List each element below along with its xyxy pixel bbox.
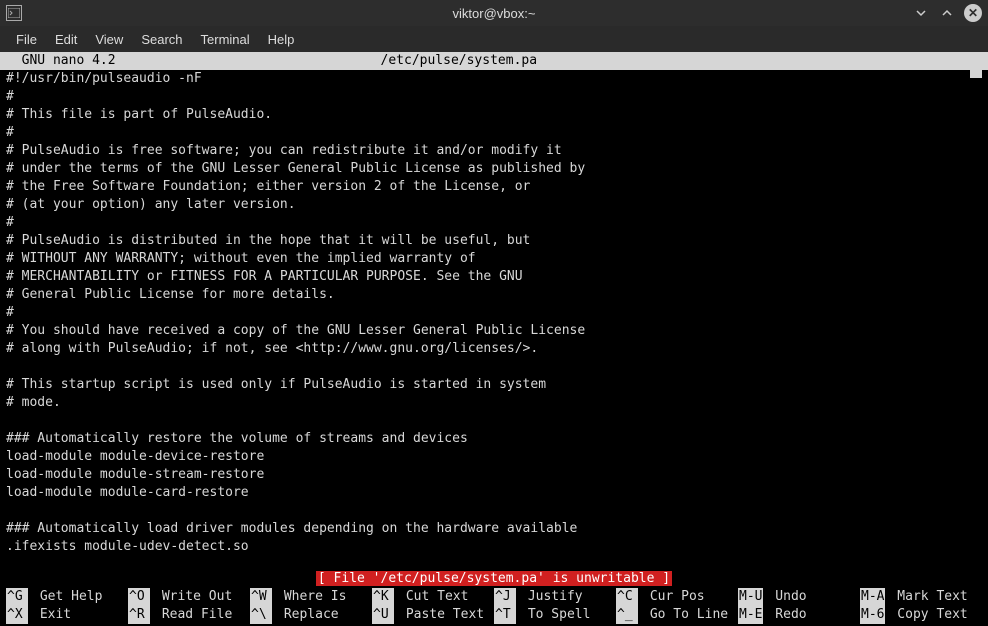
shortcut-label: Read File	[154, 606, 232, 624]
shortcut-label: Justify	[520, 588, 583, 606]
menu-help[interactable]: Help	[260, 29, 303, 50]
shortcut-key: ^\	[250, 606, 272, 624]
shortcut-key: ^K	[372, 588, 394, 606]
nano-status-line: [ File '/etc/pulse/system.pa' is unwrita…	[6, 570, 982, 588]
window-title: viktor@vbox:~	[453, 6, 536, 21]
shortcut-label: Redo	[767, 606, 806, 624]
nano-shortcut: ^O Write Out	[128, 588, 250, 606]
shortcut-label: Copy Text	[889, 606, 967, 624]
menu-view[interactable]: View	[87, 29, 131, 50]
shortcut-key: ^R	[128, 606, 150, 624]
shortcut-key: ^T	[494, 606, 516, 624]
shortcut-key: M-E	[738, 606, 763, 624]
terminal-icon	[6, 5, 22, 21]
nano-filename: /etc/pulse/system.pa	[116, 52, 802, 70]
shortcut-key: ^C	[616, 588, 638, 606]
menu-edit[interactable]: Edit	[47, 29, 85, 50]
nano-shortcut: ^_ Go To Line	[616, 606, 738, 624]
nano-shortcut: ^\ Replace	[250, 606, 372, 624]
nano-shortcut: ^C Cur Pos	[616, 588, 738, 606]
shortcut-label: Where Is	[276, 588, 346, 606]
menu-search[interactable]: Search	[133, 29, 190, 50]
nano-status-message: [ File '/etc/pulse/system.pa' is unwrita…	[316, 571, 672, 586]
shortcut-label: Write Out	[154, 588, 232, 606]
maximize-button[interactable]	[938, 4, 956, 22]
shortcut-label: Get Help	[32, 588, 102, 606]
nano-shortcut: M-E Redo	[738, 606, 860, 624]
shortcut-label: Undo	[767, 588, 806, 606]
terminal-viewport[interactable]: GNU nano 4.2 /etc/pulse/system.pa #!/usr…	[0, 52, 988, 626]
nano-shortcut: ^U Paste Text	[372, 606, 494, 624]
menu-bar: File Edit View Search Terminal Help	[0, 26, 988, 52]
scrollbar-thumb[interactable]	[970, 60, 982, 78]
nano-shortcut: ^T To Spell	[494, 606, 616, 624]
nano-version: GNU nano 4.2	[6, 52, 116, 70]
nano-shortcut: M-U Undo	[738, 588, 860, 606]
menu-file[interactable]: File	[8, 29, 45, 50]
shortcut-key: ^U	[372, 606, 394, 624]
nano-shortcut: ^X Exit	[6, 606, 128, 624]
shortcut-key: ^O	[128, 588, 150, 606]
minimize-button[interactable]	[912, 4, 930, 22]
shortcut-key: ^_	[616, 606, 638, 624]
nano-shortcut: ^J Justify	[494, 588, 616, 606]
window-titlebar: viktor@vbox:~ ✕	[0, 0, 988, 26]
shortcut-label: Paste Text	[398, 606, 484, 624]
shortcut-key: ^W	[250, 588, 272, 606]
close-button[interactable]: ✕	[964, 4, 982, 22]
shortcut-key: M-6	[860, 606, 885, 624]
shortcut-key: ^X	[6, 606, 28, 624]
nano-header: GNU nano 4.2 /etc/pulse/system.pa	[0, 52, 988, 70]
menu-terminal[interactable]: Terminal	[193, 29, 258, 50]
editor-content[interactable]: #!/usr/bin/pulseaudio -nF # # This file …	[6, 70, 982, 570]
shortcut-label: Cut Text	[398, 588, 468, 606]
shortcut-key: M-U	[738, 588, 763, 606]
shortcut-label: Cur Pos	[642, 588, 705, 606]
nano-shortcut: ^R Read File	[128, 606, 250, 624]
nano-shortcut: ^W Where Is	[250, 588, 372, 606]
shortcut-key: ^J	[494, 588, 516, 606]
nano-shortcut: ^K Cut Text	[372, 588, 494, 606]
shortcut-label: Go To Line	[642, 606, 728, 624]
shortcut-key: M-A	[860, 588, 885, 606]
shortcut-label: To Spell	[520, 606, 590, 624]
nano-shortcuts-row-1: ^G Get Help^O Write Out^W Where Is^K Cut…	[6, 588, 982, 606]
shortcut-key: ^G	[6, 588, 28, 606]
shortcut-label: Replace	[276, 606, 339, 624]
shortcut-label: Mark Text	[889, 588, 967, 606]
nano-shortcuts-row-2: ^X Exit^R Read File^\ Replace^U Paste Te…	[6, 606, 982, 624]
nano-shortcut: M-A Mark Text	[860, 588, 982, 606]
nano-shortcut: M-6 Copy Text	[860, 606, 982, 624]
shortcut-label: Exit	[32, 606, 71, 624]
nano-shortcut: ^G Get Help	[6, 588, 128, 606]
